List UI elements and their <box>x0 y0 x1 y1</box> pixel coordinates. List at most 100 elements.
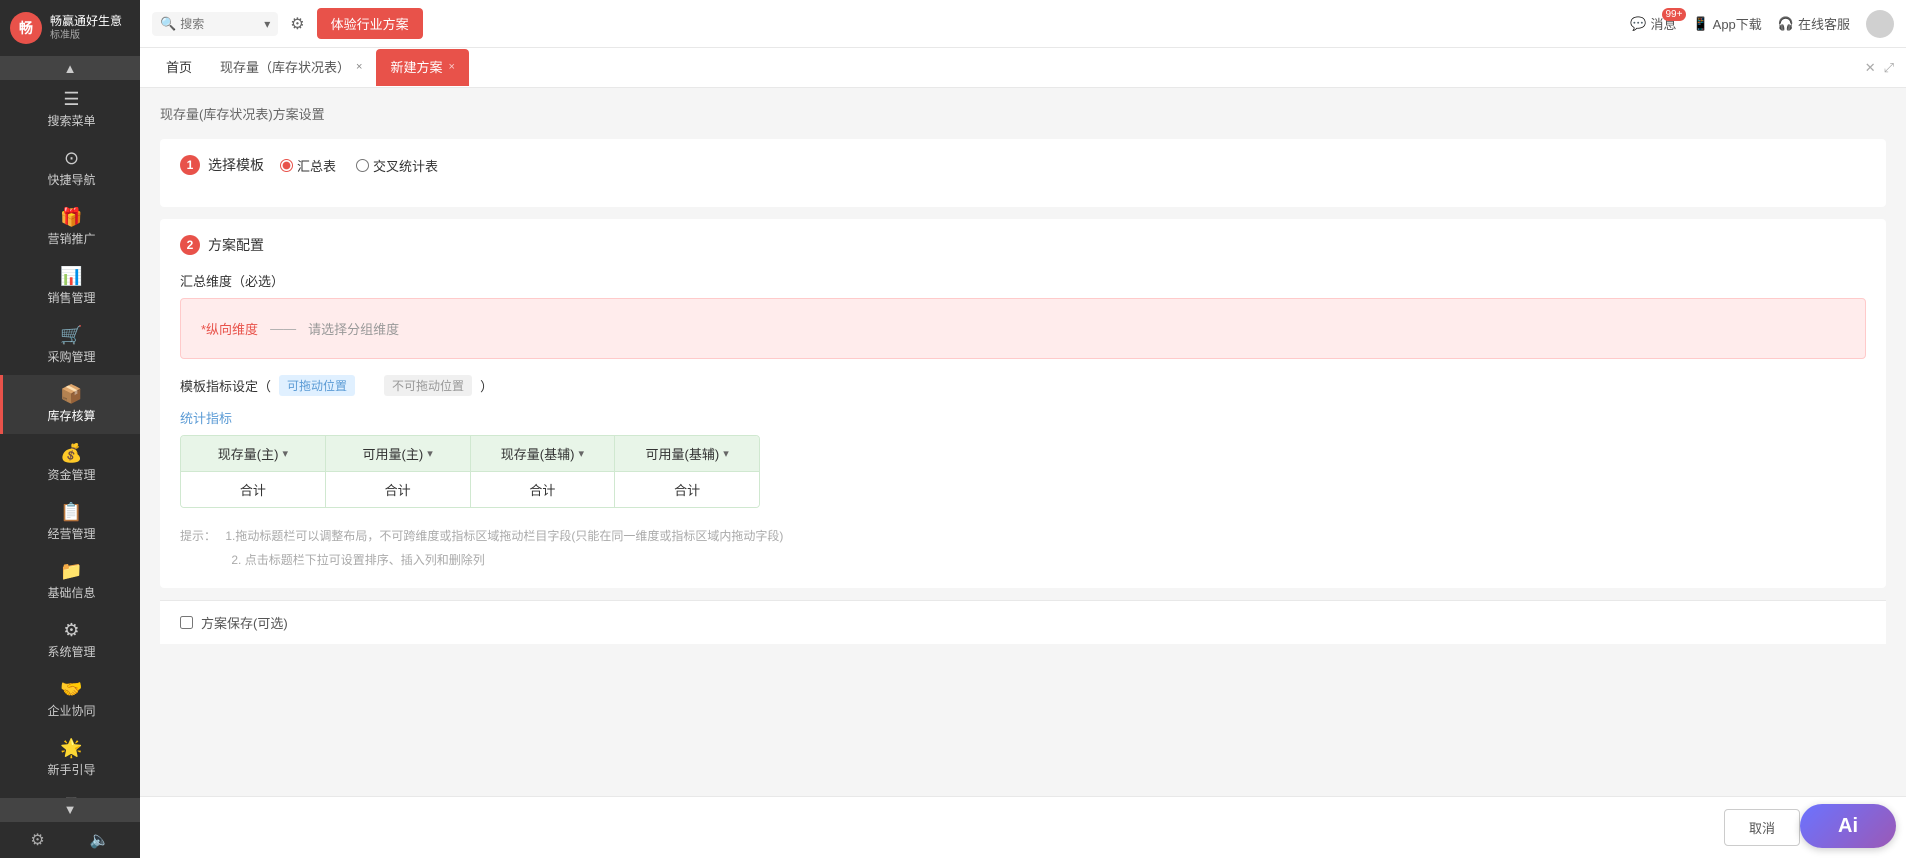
dimension-label: 汇总维度（必选） <box>180 271 1866 290</box>
tab-new-scheme[interactable]: 新建方案 × <box>376 49 468 86</box>
sidebar-item-sales[interactable]: 📊 销售管理 <box>0 257 140 316</box>
sidebar-item-basic-info[interactable]: 📁 基础信息 <box>0 552 140 611</box>
page-title: 现存量(库存状况表)方案设置 <box>160 104 1886 123</box>
trial-button[interactable]: 体验行业方案 <box>317 8 423 39</box>
radio-summary-input[interactable] <box>280 159 293 172</box>
gear-icon[interactable]: ⚙ <box>290 14 304 34</box>
col-body-2: 合计 <box>471 472 616 507</box>
radio-summary-label: 汇总表 <box>297 156 336 175</box>
sidebar-item-finance[interactable]: 💰 资金管理 <box>0 434 140 493</box>
avatar[interactable] <box>1866 10 1894 38</box>
sidebar-scroll-up[interactable]: ▲ <box>0 57 140 80</box>
section2-header: 2 方案配置 <box>180 235 1866 255</box>
sidebar-item-system[interactable]: ⚙ 系统管理 <box>0 611 140 670</box>
tab-inventory-label: 现存量（库存状况表） <box>220 57 350 76</box>
radio-summary[interactable]: 汇总表 <box>280 156 336 175</box>
tab-inventory-close[interactable]: × <box>356 61 362 73</box>
section-template: 1 选择模板 汇总表 交叉统计表 <box>160 139 1886 207</box>
save-checkbox[interactable] <box>180 616 193 629</box>
sidebar-item-purchase[interactable]: 🛒 采购管理 <box>0 316 140 375</box>
messages-btn[interactable]: 💬 消息 99+ <box>1630 14 1676 33</box>
sidebar-item-cooperation[interactable]: 🤝 企业协同 <box>0 670 140 729</box>
search-icon: 🔍 <box>160 16 176 32</box>
section1-header: 1 选择模板 汇总表 交叉统计表 <box>180 155 1866 175</box>
sidebar-item-management[interactable]: 📋 经营管理 <box>0 493 140 552</box>
tab-inventory[interactable]: 现存量（库存状况表） × <box>206 49 376 86</box>
sidebar-item-label: 企业协同 <box>47 702 95 719</box>
indicator-settings-suffix: ） <box>480 376 493 395</box>
tip-text-1: 1.拖动标题栏可以调整布局，不可跨维度或指标区域拖动栏目字段(只能在同一维度或指… <box>225 529 783 543</box>
ai-bubble[interactable]: Ai <box>1800 804 1896 848</box>
sidebar-scroll-down[interactable]: ▼ <box>0 798 140 821</box>
app-download-icon: 📱 <box>1692 16 1708 32</box>
col-header-3[interactable]: 可用量(基辅) ▾ <box>615 436 759 471</box>
section1-number: 1 <box>180 155 200 175</box>
cooperation-icon: 🤝 <box>60 680 82 698</box>
col-header-2[interactable]: 现存量(基辅) ▾ <box>471 436 616 471</box>
sidebar-item-label: 库存核算 <box>47 407 95 424</box>
col-header-1-label: 可用量(主) <box>363 444 424 463</box>
sidebar-item-label: 搜索菜单 <box>47 112 95 129</box>
messages-icon: 💬 <box>1630 16 1646 32</box>
sidebar-item-search-menu[interactable]: ☰ 搜索菜单 <box>0 80 140 139</box>
customer-service-label: 在线客服 <box>1798 14 1850 33</box>
col-header-3-dropdown[interactable]: ▾ <box>723 447 729 460</box>
cancel-button[interactable]: 取消 <box>1724 809 1800 846</box>
app-edition: 标准版 <box>50 29 122 42</box>
content-area: 现存量(库存状况表)方案设置 1 选择模板 汇总表 交叉统计表 <box>140 88 1906 796</box>
sidebar-item-guide[interactable]: 🌟 新手引导 <box>0 729 140 788</box>
dimension-box[interactable]: *纵向维度 —— 请选择分组维度 <box>180 298 1866 359</box>
section2-number: 2 <box>180 235 200 255</box>
tab-close-icon[interactable]: ✕ <box>1865 60 1876 76</box>
section-config: 2 方案配置 汇总维度（必选） *纵向维度 —— 请选择分组维度 模板指标设定（… <box>160 219 1886 588</box>
tip-2: 2. 点击标题栏下拉可设置排序、插入列和删除列 <box>180 548 1866 572</box>
settings-bottom-icon[interactable]: ⚙ <box>30 830 44 850</box>
radio-cross-input[interactable] <box>356 159 369 172</box>
col-header-1-dropdown[interactable]: ▾ <box>427 447 433 460</box>
search-input[interactable] <box>180 17 260 31</box>
col-body-1-label: 合计 <box>385 480 411 499</box>
tab-new-scheme-label: 新建方案 <box>390 57 442 76</box>
col-body-2-label: 合计 <box>529 480 555 499</box>
audio-bottom-icon[interactable]: 🔈 <box>90 830 110 850</box>
sidebar-item-inventory[interactable]: 📦 库存核算 <box>0 375 140 434</box>
tip-1: 提示： 1.拖动标题栏可以调整布局，不可跨维度或指标区域拖动栏目字段(只能在同一… <box>180 524 1866 548</box>
sidebar-item-quick-nav[interactable]: ⊙ 快捷导航 <box>0 139 140 198</box>
col-header-2-dropdown[interactable]: ▾ <box>578 447 584 460</box>
tab-home[interactable]: 首页 <box>152 49 206 86</box>
indicator-settings: 模板指标设定（ 可拖动位置 不可拖动位置 ） 统计指标 现存量(主) ▾ 可 <box>180 375 1866 572</box>
basic-info-icon: 📁 <box>60 562 82 580</box>
system-icon: ⚙ <box>63 621 79 639</box>
logo-text: 畅赢通好生意 标准版 <box>50 14 122 43</box>
management-icon: 📋 <box>60 503 82 521</box>
tab-new-scheme-close[interactable]: × <box>448 61 454 73</box>
save-label: 方案保存(可选) <box>201 613 288 632</box>
search-box: 🔍 ▾ <box>152 12 278 36</box>
radio-cross[interactable]: 交叉统计表 <box>356 156 438 175</box>
sidebar-item-app-center[interactable]: 📱 应用中心 <box>0 788 140 798</box>
section1-title: 选择模板 <box>208 155 264 175</box>
draggable-badge: 可拖动位置 <box>279 375 355 396</box>
indicator-separator <box>363 376 376 395</box>
col-header-0-dropdown[interactable]: ▾ <box>282 447 288 460</box>
col-body-3-label: 合计 <box>674 480 700 499</box>
col-header-0[interactable]: 现存量(主) ▾ <box>181 436 326 471</box>
col-body-3: 合计 <box>615 472 759 507</box>
col-body-0: 合计 <box>181 472 326 507</box>
sales-icon: 📊 <box>60 267 82 285</box>
customer-service-btn[interactable]: 🎧 在线客服 <box>1778 14 1850 33</box>
tab-expand-icon[interactable]: ⤢ <box>1884 60 1894 76</box>
sidebar-bottom: ⚙ 🔈 <box>0 821 140 858</box>
sidebar-item-marketing[interactable]: 🎁 营销推广 <box>0 198 140 257</box>
app-download-label: App下载 <box>1713 14 1762 33</box>
quick-nav-icon: ⊙ <box>64 149 79 167</box>
sidebar-item-label: 新手引导 <box>47 761 95 778</box>
search-dropdown-icon[interactable]: ▾ <box>264 17 270 31</box>
app-download-btn[interactable]: 📱 App下载 <box>1692 14 1761 33</box>
action-bar: 取消 查询 <box>140 796 1906 858</box>
col-header-1[interactable]: 可用量(主) ▾ <box>326 436 471 471</box>
customer-service-icon: 🎧 <box>1778 16 1794 32</box>
topbar: 🔍 ▾ ⚙ 体验行业方案 💬 消息 99+ 📱 App下载 🎧 在线客服 <box>140 0 1906 48</box>
tip-text-2: 2. 点击标题栏下拉可设置排序、插入列和删除列 <box>231 553 484 567</box>
ai-label: Ai <box>1838 815 1858 838</box>
